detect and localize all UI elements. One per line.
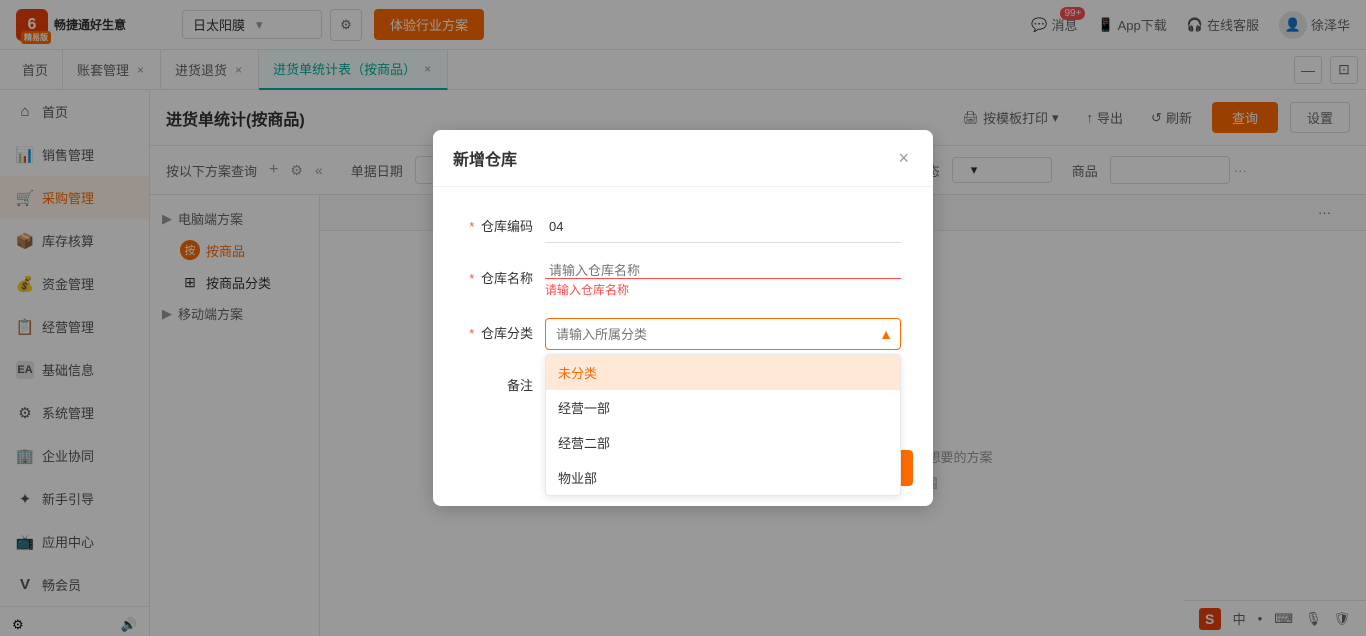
category-dropdown: 未分类 经营一部 经营二部 物业部 xyxy=(545,354,901,496)
dropdown-item-uncategorized[interactable]: 未分类 xyxy=(546,355,900,390)
form-row-category: * 仓库分类 ▲ 未分类 经营一部 经营二部 物业部 xyxy=(465,318,901,350)
dialog-body: * 仓库编码 * 仓库名称 请输入仓库名称 xyxy=(433,187,933,438)
add-warehouse-dialog: 新增仓库 × * 仓库编码 * 仓库名称 xyxy=(433,130,933,506)
name-required-star: * xyxy=(469,271,474,286)
form-row-code: * 仓库编码 xyxy=(465,211,901,243)
dropdown-item-dept1[interactable]: 经营一部 xyxy=(546,390,900,425)
code-label: * 仓库编码 xyxy=(465,211,545,243)
name-input[interactable] xyxy=(545,263,901,279)
name-label-text: 仓库名称 xyxy=(481,271,533,286)
code-required-star: * xyxy=(469,219,474,234)
modal-overlay: 新增仓库 × * 仓库编码 * 仓库名称 xyxy=(0,0,1366,636)
name-error-msg: 请输入仓库名称 xyxy=(545,281,901,298)
remark-label-text: 备注 xyxy=(507,378,533,393)
remark-label: 备注 xyxy=(465,370,545,402)
name-field-wrap: 请输入仓库名称 xyxy=(545,263,901,298)
category-required-star: * xyxy=(469,326,474,341)
category-select-wrap: ▲ 未分类 经营一部 经营二部 物业部 xyxy=(545,318,901,350)
form-row-name: * 仓库名称 请输入仓库名称 xyxy=(465,263,901,298)
category-label: * 仓库分类 xyxy=(465,318,545,350)
dropdown-item-dept2[interactable]: 经营二部 xyxy=(546,425,900,460)
dropdown-item-property[interactable]: 物业部 xyxy=(546,460,900,495)
code-label-text: 仓库编码 xyxy=(481,219,533,234)
category-input[interactable] xyxy=(545,318,901,350)
dialog-title: 新增仓库 xyxy=(453,146,517,170)
dialog-close-btn[interactable]: × xyxy=(894,148,913,169)
category-label-text: 仓库分类 xyxy=(481,326,533,341)
dialog-header: 新增仓库 × xyxy=(433,130,933,187)
name-label: * 仓库名称 xyxy=(465,263,545,295)
code-input[interactable] xyxy=(545,211,901,243)
